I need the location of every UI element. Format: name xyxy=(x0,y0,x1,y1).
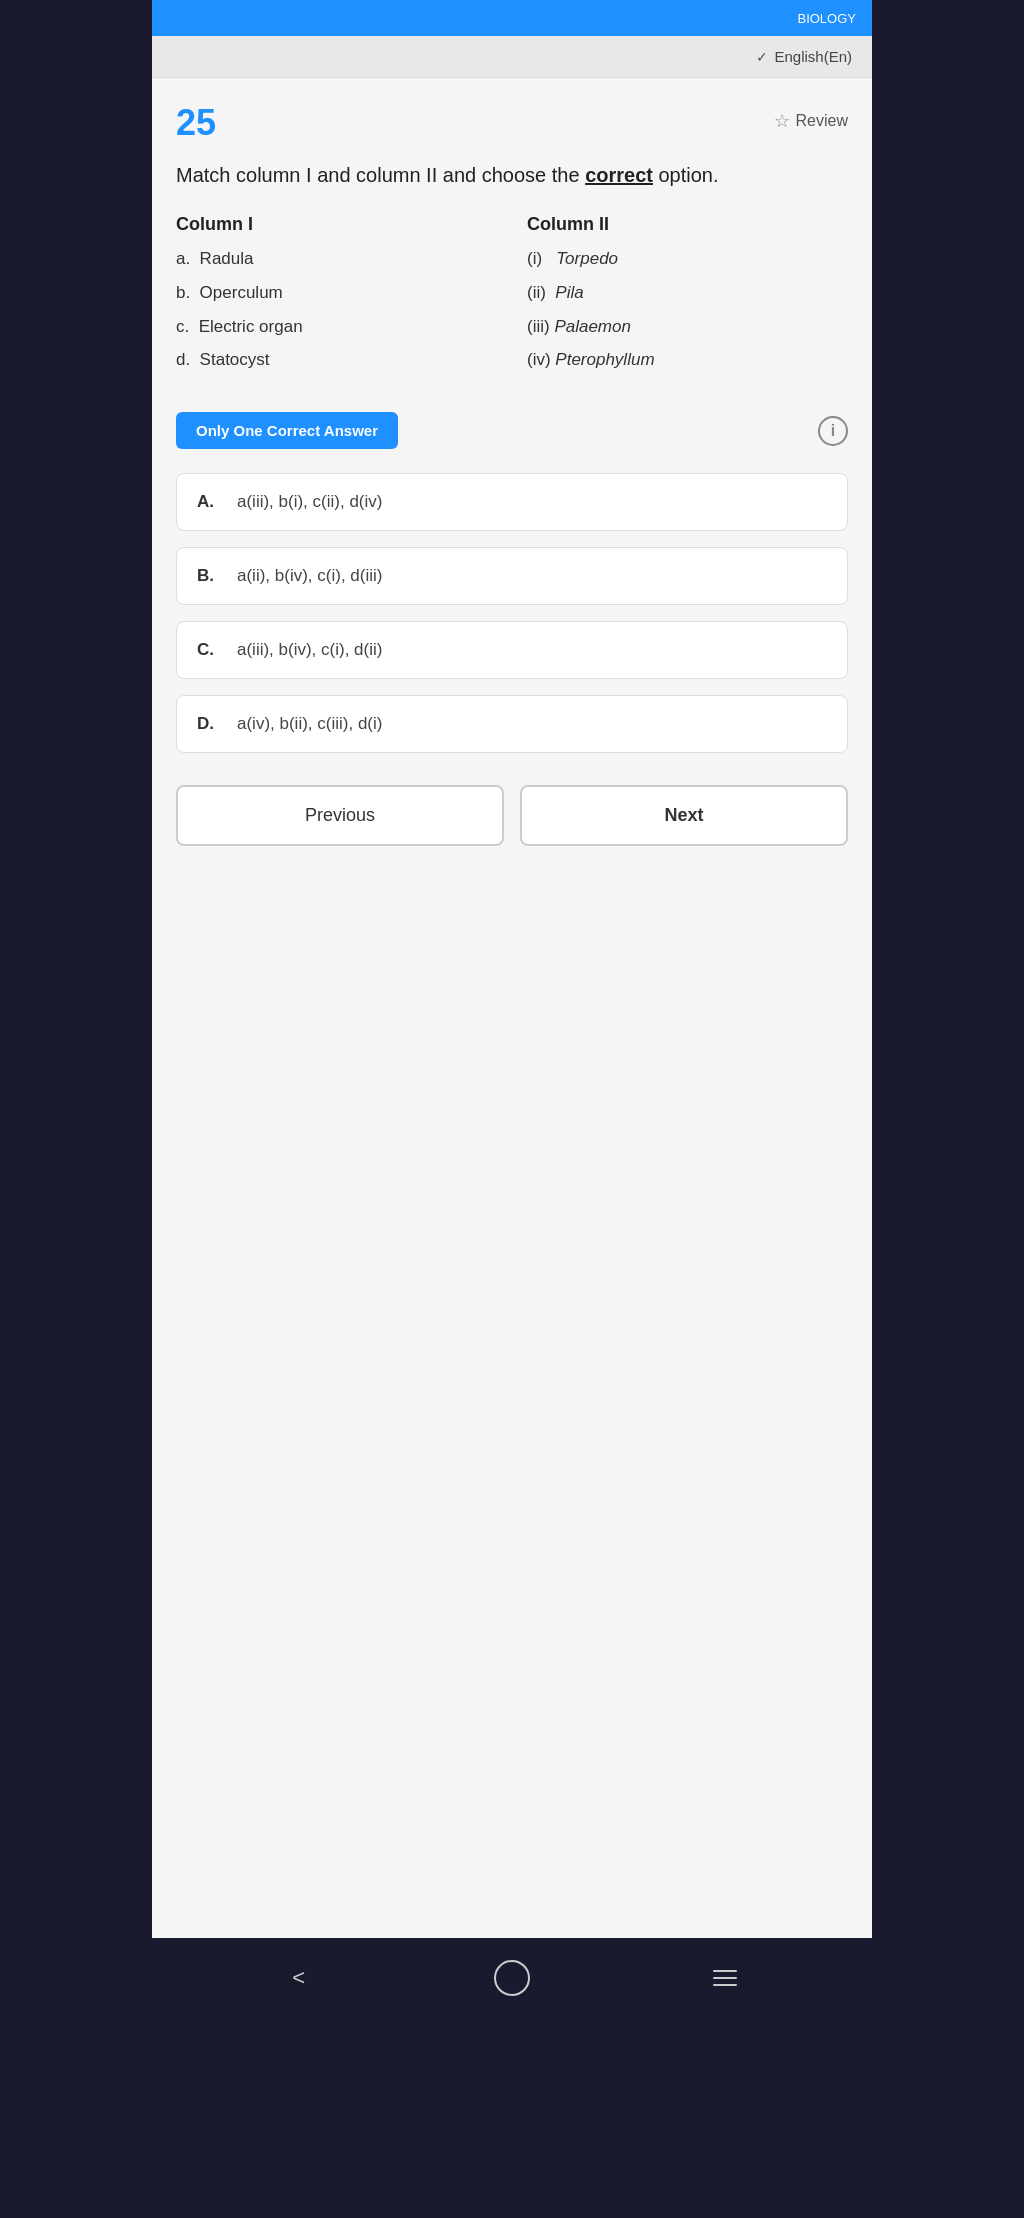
column2-item-ii: (ii) Pila xyxy=(527,281,848,305)
info-icon[interactable]: i xyxy=(818,416,848,446)
home-button[interactable] xyxy=(487,1953,537,2003)
option-d[interactable]: D. a(iv), b(ii), c(iii), d(i) xyxy=(176,695,848,753)
previous-button[interactable]: Previous xyxy=(176,785,504,846)
column1-item-a: a. Radula xyxy=(176,247,497,271)
language-label: English(En) xyxy=(774,48,852,65)
column-2: Column II (i) Torpedo (ii) Pila (iii) Pa… xyxy=(527,214,848,382)
option-a[interactable]: A. a(iii), b(i), c(ii), d(iv) xyxy=(176,473,848,531)
option-a-label: A. xyxy=(197,492,221,512)
column-2-header: Column II xyxy=(527,214,848,235)
column2-item-iv: (iv) Pterophyllum xyxy=(527,348,848,372)
options-list: A. a(iii), b(i), c(ii), d(iv) B. a(ii), … xyxy=(176,473,848,753)
question-text-before: Match column I and column II and choose … xyxy=(176,164,585,186)
option-d-label: D. xyxy=(197,714,221,734)
column-1-header: Column I xyxy=(176,214,497,235)
question-text-after: option. xyxy=(653,164,719,186)
option-b-label: B. xyxy=(197,566,221,586)
option-b-text: a(ii), b(iv), c(i), d(iii) xyxy=(237,566,382,586)
badge-row: Only One Correct Answer i xyxy=(176,412,848,449)
review-button[interactable]: ☆ Review xyxy=(774,102,848,132)
app-title-status: BIOLOGY xyxy=(797,11,856,26)
question-text: Match column I and column II and choose … xyxy=(176,160,848,190)
column-1: Column I a. Radula b. Operculum c. Elect… xyxy=(176,214,497,382)
menu-button[interactable] xyxy=(700,1953,750,2003)
dark-spacer xyxy=(152,2018,872,2218)
only-one-badge[interactable]: Only One Correct Answer xyxy=(176,412,398,449)
nav-buttons: Previous Next xyxy=(176,785,848,870)
next-button[interactable]: Next xyxy=(520,785,848,846)
back-button[interactable]: < xyxy=(274,1953,324,2003)
question-number: 25 xyxy=(176,102,216,144)
back-icon: < xyxy=(292,1965,305,1991)
question-container: 25 ☆ Review Match column I and column II… xyxy=(152,78,872,1938)
review-label: Review xyxy=(796,112,848,130)
option-d-text: a(iv), b(ii), c(iii), d(i) xyxy=(237,714,382,734)
column2-item-i: (i) Torpedo xyxy=(527,247,848,271)
language-bar: ✓ English(En) xyxy=(152,36,872,78)
column1-item-c: c. Electric organ xyxy=(176,315,497,339)
option-c-label: C. xyxy=(197,640,221,660)
content-area: ✓ English(En) 25 ☆ Review Match column I… xyxy=(152,36,872,1938)
option-b[interactable]: B. a(ii), b(iv), c(i), d(iii) xyxy=(176,547,848,605)
star-icon: ☆ xyxy=(774,110,790,132)
option-c[interactable]: C. a(iii), b(iv), c(i), d(ii) xyxy=(176,621,848,679)
phone-wrapper: BIOLOGY ✓ English(En) 25 ☆ Review Match … xyxy=(152,0,872,2218)
language-selector[interactable]: ✓ English(En) xyxy=(756,48,852,65)
option-c-text: a(iii), b(iv), c(i), d(ii) xyxy=(237,640,382,660)
question-header: 25 ☆ Review xyxy=(176,102,848,144)
status-bar: BIOLOGY xyxy=(152,0,872,36)
chevron-down-icon: ✓ xyxy=(756,49,768,65)
columns-container: Column I a. Radula b. Operculum c. Elect… xyxy=(176,214,848,382)
option-a-text: a(iii), b(i), c(ii), d(iv) xyxy=(237,492,382,512)
column2-item-iii: (iii) Palaemon xyxy=(527,315,848,339)
home-icon xyxy=(494,1960,530,1996)
column1-item-b: b. Operculum xyxy=(176,281,497,305)
menu-icon xyxy=(713,1970,737,1986)
bottom-nav: < xyxy=(152,1938,872,2018)
column1-item-d: d. Statocyst xyxy=(176,348,497,372)
question-bold-word: correct xyxy=(585,164,653,186)
